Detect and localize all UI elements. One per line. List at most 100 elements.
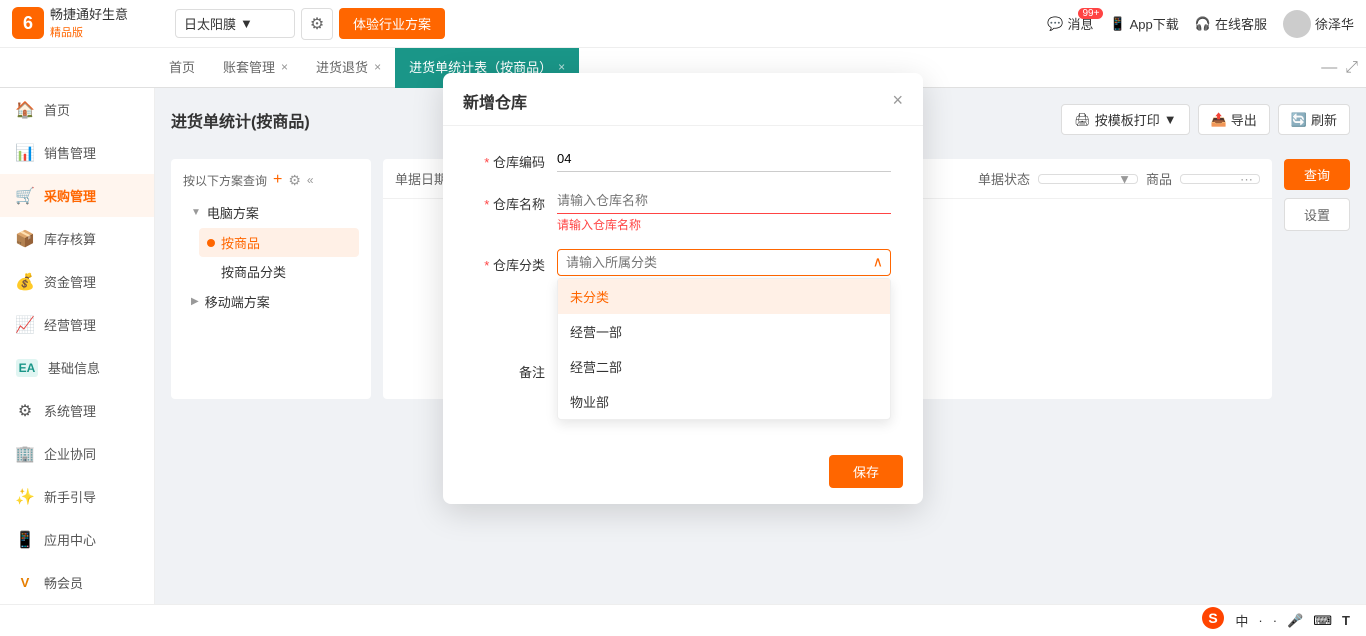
sidebar-item-operation[interactable]: 📈 经营管理 (0, 303, 154, 346)
sidebar-basic-label: 基础信息 (48, 358, 100, 377)
tab-home[interactable]: 首页 (155, 48, 209, 88)
refresh-button[interactable]: 🔄 刷新 (1278, 104, 1350, 135)
tab-accounts-label: 账套管理 (223, 57, 275, 76)
code-label-text: 仓库编码 (493, 155, 545, 170)
chevron-down-icon: ▼ (240, 16, 253, 31)
product-select[interactable]: ··· (1180, 174, 1260, 184)
code-input[interactable] (557, 146, 891, 172)
status-keyboard-icon[interactable]: ⌨ (1313, 613, 1332, 629)
name-error-msg: 请输入仓库名称 (557, 216, 891, 233)
store-selector[interactable]: 日太阳膜 ▼ (175, 9, 295, 38)
sidebar-item-inventory[interactable]: 📦 库存核算 (0, 217, 154, 260)
collapse-left-icon[interactable]: « (307, 173, 314, 187)
category-select-container: ∧ 未分类 经营一部 经营二部 物业部 (557, 249, 891, 276)
name-label-text: 仓库名称 (493, 197, 545, 212)
sidebar: 🏠 首页 📊 销售管理 🛒 采购管理 📦 库存核算 💰 资金管理 (0, 88, 155, 636)
dropdown-option-op1[interactable]: 经营一部 (558, 314, 890, 349)
sidebar-item-guide[interactable]: ✨ 新手引导 (0, 475, 154, 518)
sidebar-sales-label: 销售管理 (44, 143, 96, 162)
status-dot1-icon[interactable]: · (1258, 613, 1262, 628)
tree-computer-plan[interactable]: ▼ 电脑方案 (183, 197, 359, 228)
sidebar-item-system[interactable]: ⚙ 系统管理 (0, 389, 154, 432)
operation-icon: 📈 (16, 316, 34, 334)
add-plan-button[interactable]: + (273, 171, 282, 189)
tab-home-label: 首页 (169, 57, 195, 76)
tab-accounts[interactable]: 账套管理 × (209, 48, 302, 88)
sidebar-item-app[interactable]: 📱 应用中心 (0, 518, 154, 561)
name-input[interactable] (557, 188, 891, 214)
print-button[interactable]: 🖨 按模板打印 ▼ (1061, 104, 1189, 135)
refresh-label: 刷新 (1311, 110, 1337, 129)
active-dot-icon (207, 239, 215, 247)
plan-settings-icon[interactable]: ⚙ (288, 172, 301, 189)
settings-button[interactable]: 设置 (1284, 198, 1350, 231)
tab-purchase-stats-close[interactable]: × (558, 60, 565, 74)
sidebar-item-basic[interactable]: EA 基础信息 (0, 346, 154, 389)
dropdown-option-op2[interactable]: 经营二部 (558, 349, 890, 384)
message-icon: 💬 (1047, 16, 1063, 32)
status-s-icon: S (1201, 606, 1225, 636)
app-download-button[interactable]: 📱 App下载 (1109, 14, 1178, 33)
status-dot2-icon[interactable]: · (1273, 613, 1277, 628)
by-product-category-label: 按商品分类 (221, 262, 286, 281)
tree-mobile-plan[interactable]: ▶ 移动端方案 (183, 286, 359, 317)
sidebar-item-vip[interactable]: V 畅会员 (0, 561, 154, 604)
user-menu[interactable]: 徐泽华 (1283, 10, 1354, 38)
arrow-mobile-icon: ▶ (191, 296, 199, 307)
sales-icon: 📊 (16, 144, 34, 162)
export-button[interactable]: 📤 导出 (1198, 104, 1270, 135)
customer-service-button[interactable]: 🎧 在线客服 (1195, 14, 1267, 33)
category-icon (207, 268, 215, 276)
logo-icon: 6 (12, 7, 44, 39)
sidebar-home-label: 首页 (44, 100, 70, 119)
page-title: 进货单统计(按商品) (171, 108, 310, 132)
tab-accounts-close[interactable]: × (281, 60, 288, 74)
basic-icon: EA (16, 359, 38, 377)
status-mic-icon[interactable]: 🎤 (1287, 613, 1303, 629)
status-zh-icon[interactable]: 中 (1235, 611, 1248, 630)
sidebar-item-sales[interactable]: 📊 销售管理 (0, 131, 154, 174)
modal-footer: 保存 (443, 443, 923, 504)
inventory-icon: 📦 (16, 230, 34, 248)
sidebar-guide-label: 新手引导 (44, 487, 96, 506)
query-button[interactable]: 查询 (1284, 159, 1350, 190)
save-button[interactable]: 保存 (829, 455, 903, 488)
dropdown-option-property[interactable]: 物业部 (558, 384, 890, 419)
tree-by-product-category[interactable]: 按商品分类 (199, 257, 359, 286)
status-select[interactable]: ▼ (1038, 174, 1138, 184)
messages-label: 消息 (1067, 14, 1093, 33)
phone-icon: 📱 (1109, 16, 1125, 32)
svg-text:S: S (1209, 610, 1218, 626)
app-name: 畅捷通好生意 (50, 7, 128, 24)
category-input[interactable] (557, 249, 891, 276)
query-section-label: 按以下方案查询 (183, 172, 267, 189)
export-label: 导出 (1231, 110, 1257, 129)
gear-button[interactable]: ⚙ (301, 8, 333, 40)
computer-plan-label: 电脑方案 (207, 203, 259, 222)
window-minimize-icon[interactable]: — (1321, 59, 1337, 77)
app-download-label: App下载 (1130, 14, 1179, 33)
headset-icon: 🎧 (1195, 16, 1211, 32)
print-chevron-icon: ▼ (1164, 112, 1177, 127)
sidebar-item-finance[interactable]: 💰 资金管理 (0, 260, 154, 303)
sidebar-item-purchase[interactable]: 🛒 采购管理 (0, 174, 154, 217)
window-expand-icon[interactable]: ⤢ (1345, 59, 1358, 77)
form-row-code: * 仓库编码 (475, 146, 891, 172)
modal-overlay[interactable]: 6 畅捷通好生意 精品版 日太阳膜 ▼ ⚙ 体验行业方案 💬 消息 (0, 0, 1366, 636)
guide-icon: ✨ (16, 488, 34, 506)
modal-close-button[interactable]: × (892, 90, 903, 111)
messages-button[interactable]: 💬 消息 99+ (1047, 14, 1093, 33)
trial-button[interactable]: 体验行业方案 (339, 8, 445, 39)
sidebar-system-label: 系统管理 (44, 401, 96, 420)
sidebar-item-enterprise[interactable]: 🏢 企业协同 (0, 432, 154, 475)
tab-purchase-return[interactable]: 进货退货 × (302, 48, 395, 88)
status-t-icon[interactable]: T (1342, 613, 1350, 628)
sidebar-item-home[interactable]: 🏠 首页 (0, 88, 154, 131)
tree-by-product[interactable]: 按商品 (199, 228, 359, 257)
code-required-mark: * (484, 155, 489, 170)
dropdown-option-unclassified[interactable]: 未分类 (558, 279, 890, 314)
modal-title: 新增仓库 (463, 89, 527, 113)
tab-purchase-return-close[interactable]: × (374, 60, 381, 74)
product-label: 商品 (1146, 169, 1172, 188)
sidebar-enterprise-label: 企业协同 (44, 444, 96, 463)
